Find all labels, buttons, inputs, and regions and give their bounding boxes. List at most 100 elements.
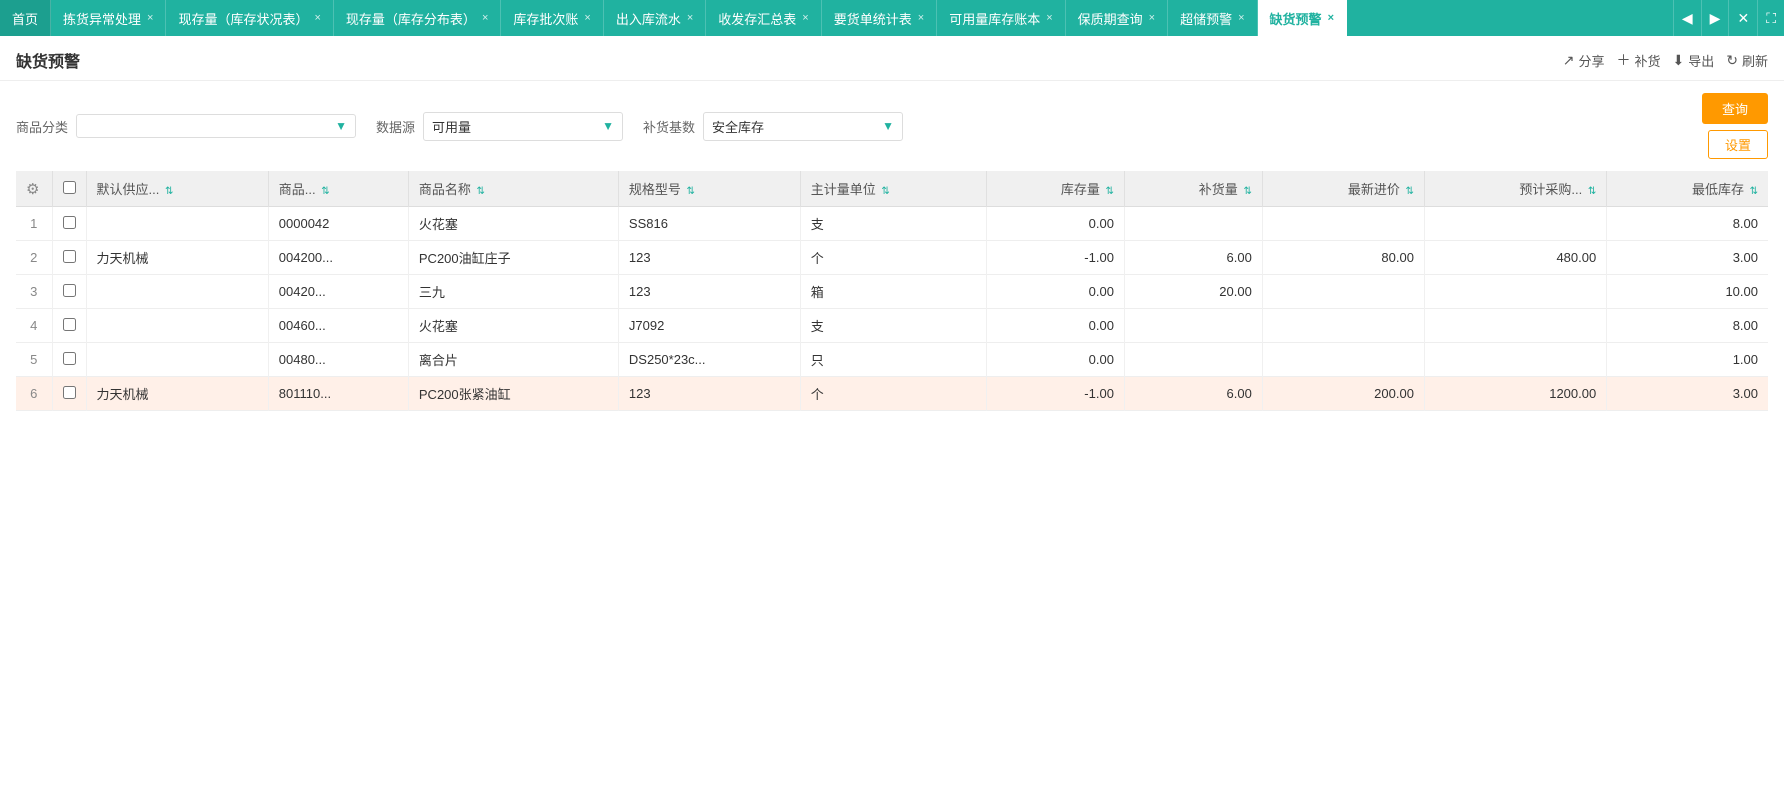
tab-expiry[interactable]: 保质期查询 × xyxy=(1066,0,1168,36)
table-row: 5 00480... 离合片 DS250*23c... 只 0.00 1.00 xyxy=(16,343,1768,377)
row-checkbox[interactable] xyxy=(63,284,76,297)
tab-prev-button[interactable]: ◀ xyxy=(1673,0,1701,36)
supplier-sort-icon[interactable]: ⇅ xyxy=(165,186,173,197)
replenish-dropdown-icon: ▼ xyxy=(882,119,894,133)
row-supplier xyxy=(86,309,268,343)
table-row: 1 0000042 火花塞 SS816 支 0.00 8.00 xyxy=(16,207,1768,241)
tab-batch[interactable]: 库存批次账 × xyxy=(501,0,603,36)
filter-area: 商品分类 ▼ 数据源 可用量 ▼ 补货基数 安全库存 ▼ 查询 设置 xyxy=(0,81,1784,171)
tab-inventory-dist[interactable]: 现存量（库存分布表） × xyxy=(334,0,501,36)
row-checkbox[interactable] xyxy=(63,352,76,365)
export-button[interactable]: ⬇ 导出 xyxy=(1673,51,1715,70)
col-product-code: 商品... ⇅ xyxy=(268,171,408,207)
page-title: 缺货预警 xyxy=(16,48,80,72)
row-unit: 支 xyxy=(800,309,986,343)
row-est-purchase xyxy=(1424,309,1606,343)
row-unit: 个 xyxy=(800,241,986,275)
category-filter-group: 商品分类 ▼ xyxy=(16,114,356,138)
column-settings-icon[interactable]: ⚙ xyxy=(26,180,39,198)
row-supplier: 力天机械 xyxy=(86,241,268,275)
tab-requisition[interactable]: 要货单统计表 × xyxy=(822,0,937,36)
row-checkbox[interactable] xyxy=(63,250,76,263)
row-supplier xyxy=(86,275,268,309)
row-product-name: 火花塞 xyxy=(408,309,618,343)
row-product-code: 00480... xyxy=(268,343,408,377)
tab-flow[interactable]: 出入库流水 × xyxy=(604,0,706,36)
col-select-all xyxy=(52,171,86,207)
tab-close-available[interactable]: × xyxy=(1046,12,1052,24)
table-row: 3 00420... 三九 123 箱 0.00 20.00 10.00 xyxy=(16,275,1768,309)
product-code-sort-icon[interactable]: ⇅ xyxy=(321,186,329,197)
page-container: 缺货预警 ↗ 分享 ＋ 补货 ⬇ 导出 ↻ 刷新 商品分类 xyxy=(0,36,1784,796)
spec-sort-icon[interactable]: ⇅ xyxy=(687,186,695,197)
tab-close-shortage[interactable]: × xyxy=(1328,12,1334,24)
tab-close-button[interactable]: ✕ xyxy=(1728,0,1757,36)
row-est-purchase xyxy=(1424,343,1606,377)
row-replenish: 20.00 xyxy=(1124,275,1262,309)
setting-button[interactable]: 设置 xyxy=(1708,130,1768,159)
category-select[interactable]: ▼ xyxy=(76,114,356,138)
row-checkbox[interactable] xyxy=(63,318,76,331)
tab-home[interactable]: 首页 xyxy=(0,0,51,36)
row-spec: SS816 xyxy=(618,207,800,241)
shortage-table: ⚙ 默认供应... ⇅ 商品... ⇅ 商品名称 ⇅ xyxy=(16,171,1768,411)
tab-inventory-status[interactable]: 现存量（库存状况表） × xyxy=(166,0,333,36)
stock-sort-icon[interactable]: ⇅ xyxy=(1106,186,1114,197)
row-checkbox[interactable] xyxy=(63,216,76,229)
replenish-select[interactable]: 安全库存 ▼ xyxy=(703,112,903,141)
tab-close-expiry[interactable]: × xyxy=(1149,12,1155,24)
datasource-dropdown-icon: ▼ xyxy=(602,119,614,133)
row-checkbox[interactable] xyxy=(63,386,76,399)
row-unit: 个 xyxy=(800,377,986,411)
row-num: 5 xyxy=(16,343,52,377)
tab-available[interactable]: 可用量库存账本 × xyxy=(937,0,1065,36)
row-spec: J7092 xyxy=(618,309,800,343)
row-num: 4 xyxy=(16,309,52,343)
row-supplier xyxy=(86,207,268,241)
row-est-purchase: 480.00 xyxy=(1424,241,1606,275)
tab-fullscreen-button[interactable]: ⛶ xyxy=(1757,0,1784,36)
row-latest-price xyxy=(1262,309,1424,343)
row-stock: 0.00 xyxy=(987,309,1125,343)
row-unit: 只 xyxy=(800,343,986,377)
query-button[interactable]: 查询 xyxy=(1702,93,1768,124)
tab-close-inventory-status[interactable]: × xyxy=(314,12,320,24)
est-purchase-sort-icon[interactable]: ⇅ xyxy=(1588,186,1596,197)
col-supplier: 默认供应... ⇅ xyxy=(86,171,268,207)
unit-sort-icon[interactable]: ⇅ xyxy=(881,186,889,197)
tab-close-batch[interactable]: × xyxy=(584,12,590,24)
replenish-sort-icon[interactable]: ⇅ xyxy=(1243,186,1251,197)
tab-shortage[interactable]: 缺货预警 × xyxy=(1258,0,1347,36)
row-latest-price: 80.00 xyxy=(1262,241,1424,275)
tab-nav-buttons: ◀ ▶ ✕ ⛶ xyxy=(1673,0,1784,36)
tab-overstock[interactable]: 超储预警 × xyxy=(1168,0,1257,36)
select-all-checkbox[interactable] xyxy=(63,181,76,194)
datasource-select[interactable]: 可用量 ▼ xyxy=(423,112,623,141)
tab-close-requisition[interactable]: × xyxy=(918,12,924,24)
col-min-stock: 最低库存 ⇅ xyxy=(1607,171,1768,207)
row-spec: 123 xyxy=(618,377,800,411)
tab-close-inventory-dist[interactable]: × xyxy=(482,12,488,24)
row-product-code: 0000042 xyxy=(268,207,408,241)
col-latest-price: 最新进价 ⇅ xyxy=(1262,171,1424,207)
tab-next-button[interactable]: ▶ xyxy=(1701,0,1729,36)
product-name-sort-icon[interactable]: ⇅ xyxy=(477,186,485,197)
tab-summary[interactable]: 收发存汇总表 × xyxy=(706,0,821,36)
row-product-code: 00420... xyxy=(268,275,408,309)
tab-close-picking[interactable]: × xyxy=(147,12,153,24)
refresh-button[interactable]: ↻ 刷新 xyxy=(1726,51,1768,70)
tab-close-flow[interactable]: × xyxy=(687,12,693,24)
share-button[interactable]: ↗ 分享 xyxy=(1563,51,1605,70)
tab-close-overstock[interactable]: × xyxy=(1238,12,1244,24)
row-replenish xyxy=(1124,343,1262,377)
tab-picking[interactable]: 拣货异常处理 × xyxy=(51,0,166,36)
row-min-stock: 8.00 xyxy=(1607,309,1768,343)
row-spec: 123 xyxy=(618,241,800,275)
tab-close-summary[interactable]: × xyxy=(802,12,808,24)
latest-price-sort-icon[interactable]: ⇅ xyxy=(1406,186,1414,197)
replenish-button[interactable]: ＋ 补货 xyxy=(1616,50,1660,70)
share-icon: ↗ xyxy=(1563,52,1575,69)
row-num: 2 xyxy=(16,241,52,275)
row-min-stock: 8.00 xyxy=(1607,207,1768,241)
min-stock-sort-icon[interactable]: ⇅ xyxy=(1750,186,1758,197)
